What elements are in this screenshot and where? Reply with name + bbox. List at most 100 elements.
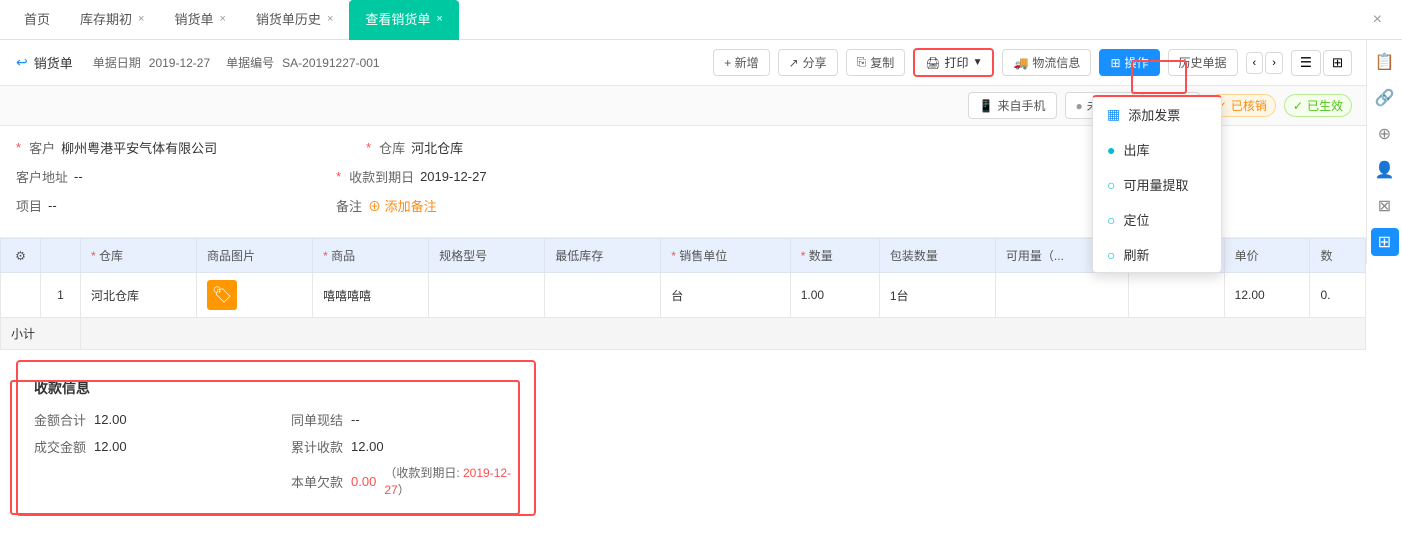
doc-type-label: 销货单 [34,53,73,72]
col-pkg-qty: 包装数量 [879,239,995,273]
warehouse-required-star: * [366,140,371,155]
tab-sales[interactable]: 销货单 × [160,0,239,40]
payment-due-value: 0.00 [351,474,376,489]
payment-total-value: 12.00 [94,412,127,427]
dropdown-outbound[interactable]: ● 出库 [1093,132,1221,167]
payment-deal-row: 成交金额 12.00 [34,437,261,456]
window-close-button[interactable]: × [1363,11,1392,29]
print-dropdown-arrow[interactable]: ▼ [973,57,983,68]
row-qty: 1.00 [790,273,879,318]
doc-actions: + 新增 ↗ 分享 ⎘ 复制 🖨 打印 ▼ 🚚 物流信息 ⊞ 操作 [713,48,1352,77]
tab-inventory[interactable]: 库存期初 × [66,0,158,40]
payment-accumulated-row: 累计收款 12.00 [291,437,518,456]
customer-value: 柳州粤港平安气体有限公司 [61,138,217,157]
payment-due-label: 本单欠款 [291,472,343,491]
payment-total-row: 金额合计 12.00 [34,410,261,429]
dropdown-locate[interactable]: ○ 定位 [1093,202,1221,237]
operate-icon: ⊞ [1110,56,1120,70]
print-button[interactable]: 🖨 打印 ▼ [913,48,994,77]
phone-icon: 📱 [979,99,994,113]
outbound-icon: ● [1107,142,1115,158]
row-unit: 台 [661,273,791,318]
nav-arrows: ‹ › [1246,52,1283,74]
col-spec: 规格型号 [429,239,545,273]
history-button[interactable]: 历史单据 [1168,49,1238,76]
tab-view-sales-close[interactable]: × [436,13,442,25]
doc-no-label: 单据编号 SA-20191227-001 [226,54,379,71]
col-product: * 商品 [313,239,429,273]
effective-badge: ✓ 已生效 [1284,94,1352,117]
effective-check-icon: ✓ [1293,99,1303,113]
payment-total-label: 金额合计 [34,410,86,429]
doc-icon: ↩ [16,54,28,71]
add-remark-button[interactable]: ⊕ 添加备注 [368,196,437,215]
address-field: 客户地址 -- [16,167,266,186]
operate-button[interactable]: ⊞ 操作 [1099,49,1159,76]
project-value: -- [48,198,57,213]
sidebar-icon-2[interactable]: 🔗 [1371,84,1399,112]
warehouse-value: 河北仓库 [411,138,463,157]
table-row: 1 河北仓库 🏷 嘻嘻嘻嘻 台 1.00 1台 12.00 [1,273,1366,318]
sidebar-icon-5[interactable]: ⊠ [1371,192,1399,220]
payment-date-value: 2019-12-27 [420,169,487,184]
row-product: 嘻嘻嘻嘻 [313,273,429,318]
col-settings[interactable]: ⚙ [1,239,41,273]
row-min-stock [545,273,661,318]
add-invoice-icon: ▦ [1107,106,1120,123]
payment-settle-label: 同单现结 [291,410,343,429]
project-field: 项目 -- [16,196,266,215]
ticket-icon: ● [1076,99,1083,113]
tab-inventory-close[interactable]: × [138,13,144,25]
payment-grid: 金额合计 12.00 同单现结 -- 成交金额 12.00 累计收款 12.00… [34,410,518,498]
logistics-icon: 🚚 [1013,56,1028,70]
row-extra: 0. [1310,273,1366,318]
new-button[interactable]: + 新增 [713,49,769,76]
row-product-img: 🏷 [197,273,313,318]
payment-date-required-star: * [336,169,341,184]
copy-button[interactable]: ⎘ 复制 [846,49,906,76]
subtotal-label: 小计 [1,318,81,350]
col-product-img: 商品图片 [197,239,313,273]
tab-sales-history[interactable]: 销货单历史 × [242,0,347,40]
tab-sales-history-close[interactable]: × [327,13,333,25]
doc-title: ↩ 销货单 [16,53,73,72]
row-price: 12.00 [1224,273,1310,318]
dropdown-available-pick[interactable]: ○ 可用量提取 [1093,167,1221,202]
row-available [995,273,1128,318]
tab-sales-close[interactable]: × [219,13,225,25]
right-sidebar: 📋 🔗 ⊕ 👤 ⊠ ⊞ [1366,40,1402,264]
tab-home-label: 首页 [24,9,50,28]
dropdown-refresh[interactable]: ○ 刷新 [1093,237,1221,272]
tab-sales-label: 销货单 [174,9,213,28]
payment-box: 收款信息 金额合计 12.00 同单现结 -- 成交金额 12.00 累计收款 … [16,360,536,516]
tab-home[interactable]: 首页 [10,0,64,40]
from-phone-button[interactable]: 📱 来自手机 [968,92,1057,119]
col-qty: * 数量 [790,239,879,273]
sidebar-icon-1[interactable]: 📋 [1371,48,1399,76]
remark-field: 备注 ⊕ 添加备注 [336,196,586,215]
col-min-stock: 最低库存 [545,239,661,273]
view-list-button[interactable]: ☰ [1291,50,1321,76]
row-no: 1 [41,273,81,318]
doc-meta: 单据日期 2019-12-27 单据编号 SA-20191227-001 [93,54,380,71]
print-icon: 🖨 [925,56,940,70]
tab-bar: 首页 库存期初 × 销货单 × 销货单历史 × 查看销货单 × × [0,0,1402,40]
customer-required-star: * [16,140,21,155]
nav-prev-button[interactable]: ‹ [1246,52,1264,74]
dropdown-add-invoice[interactable]: ▦ 添加发票 [1093,97,1221,132]
product-image: 🏷 [207,280,237,310]
sidebar-icon-3[interactable]: ⊕ [1371,120,1399,148]
sidebar-icon-4[interactable]: 👤 [1371,156,1399,184]
tab-sales-history-label: 销货单历史 [256,9,321,28]
col-price: 单价 [1224,239,1310,273]
share-button[interactable]: ↗ 分享 [778,49,838,76]
payment-accumulated-value: 12.00 [351,439,384,454]
nav-next-button[interactable]: › [1265,52,1283,74]
tab-view-sales[interactable]: 查看销货单 × [349,0,458,40]
row-setting [1,273,41,318]
sidebar-icon-6[interactable]: ⊞ [1371,228,1399,256]
doc-header: ↩ 销货单 单据日期 2019-12-27 单据编号 SA-20191227-0… [0,40,1402,86]
view-grid-button[interactable]: ⊞ [1323,50,1352,76]
payment-accumulated-label: 累计收款 [291,437,343,456]
logistics-button[interactable]: 🚚 物流信息 [1002,49,1091,76]
